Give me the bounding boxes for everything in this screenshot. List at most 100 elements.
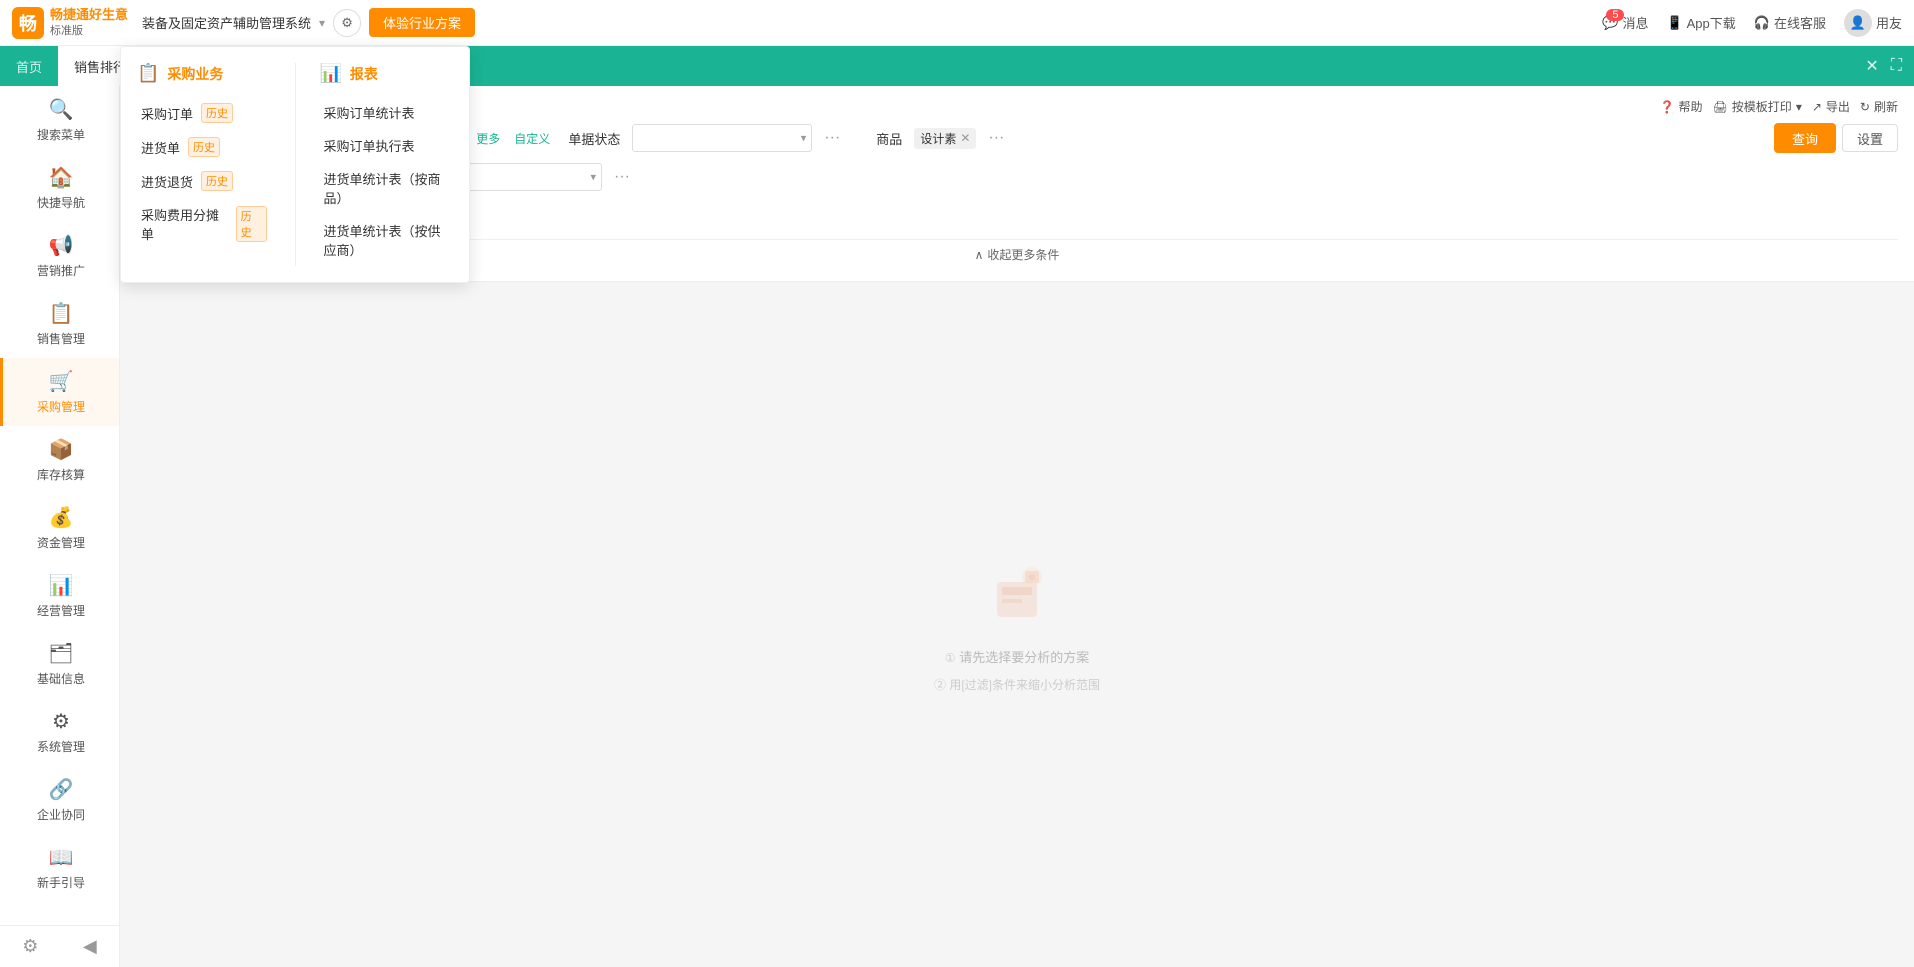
avatar: 👤 [1844,9,1872,37]
basic-info-icon: 🗂 [48,641,73,666]
empty-illustration [977,557,1057,637]
refresh-button[interactable]: ↻ 刷新 [1860,98,1898,115]
query-button[interactable]: 查询 [1774,123,1836,153]
dropdown-left-title: 📋 采购业务 [137,63,271,84]
goods-dots[interactable]: ··· [988,129,1004,147]
hist-tag-2: 历史 [201,171,233,191]
online-service-button[interactable]: 🎧 在线客服 [1754,13,1826,32]
app-download-button[interactable]: 📱 App下载 [1666,13,1735,32]
dropdown-item-return[interactable]: 进货退货 历史 [137,164,271,198]
goods-tag-value: 设计素 [920,130,956,147]
search-icon: 🔍 [49,97,74,122]
status-select[interactable] [632,124,812,152]
header-right: 💬 5 消息 📱 App下载 🎧 在线客服 👤 用友 [1602,9,1902,37]
marketing-icon: 📢 [49,233,74,258]
status-select-wrapper [632,124,812,152]
sidebar-item-guide[interactable]: 📖 新手引导 [0,834,119,902]
export-icon: ↗ [1812,100,1822,114]
status-dots[interactable]: ··· [824,129,840,147]
top-header: 畅 畅捷通好生意 标准版 装备及固定资产辅助管理系统 ▾ ⚙ 体验行业方案 💬 … [0,0,1914,46]
headset-icon: 🎧 [1754,15,1770,31]
sidebar-item-finance[interactable]: 💰 资金管理 [0,494,119,562]
help-button[interactable]: ❓ 帮助 [1660,98,1703,115]
dropdown-item-order-stat[interactable]: 采购订单统计表 [320,96,454,129]
industry-button[interactable]: 体验行业方案 [369,8,475,37]
empty-state: ① 请先选择要分析的方案 ② 用[过滤]条件来缩小分析范围 [120,282,1914,967]
dropdown-col-right: 📊 报表 采购订单统计表 采购订单执行表 进货单统计表（按商品） 进货单统计表（… [320,63,454,266]
user-button[interactable]: 👤 用友 [1844,9,1902,37]
hist-tag-3: 历史 [236,206,267,242]
export-button[interactable]: ↗ 导出 [1812,98,1850,115]
purchase-col-icon: 📋 [137,63,159,84]
print-dropdown-icon: ▾ [1796,100,1802,114]
sidebar-item-purchase[interactable]: 🛒 采购管理 [0,358,119,426]
empty-hint-2: ② 用[过滤]条件来缩小分析范围 [934,676,1100,693]
tab-close-all-icon[interactable]: ✕ [1865,56,1878,76]
goods-tag-close[interactable]: ✕ [960,131,970,145]
sidebar-item-collab[interactable]: 🔗 企业协同 [0,766,119,834]
dropdown-item-inbound-supplier[interactable]: 进货单统计表（按供应商） [320,214,454,266]
quick-custom-button[interactable]: 自定义 [508,128,556,149]
dropdown-item-inbound-goods[interactable]: 进货单统计表（按商品） [320,162,454,214]
header-middle: 装备及固定资产辅助管理系统 ▾ ⚙ 体验行业方案 [142,8,1602,37]
help-icon: ❓ [1660,100,1675,114]
message-button[interactable]: 💬 5 消息 [1602,13,1648,32]
dropdown-item-order-exec[interactable]: 采购订单执行表 [320,129,454,162]
message-badge: 5 [1606,9,1624,21]
system-title: 装备及固定资产辅助管理系统 [142,13,311,32]
sidebar-item-operations[interactable]: 📊 经营管理 [0,562,119,630]
salesman-select-wrapper [452,163,602,191]
refresh-icon: ↻ [1860,100,1870,114]
print-button[interactable]: 🖨 按模板打印 ▾ [1713,98,1802,115]
home-icon: 🏠 [49,165,74,190]
tab-expand-icon[interactable]: ⛶ [1891,57,1902,75]
dropdown-col-left: 📋 采购业务 采购订单 历史 进货单 历史 进货退货 历史 采购费用分摊单 历史 [137,63,271,266]
dropdown-item-purchase-order[interactable]: 采购订单 历史 [137,96,271,130]
phone-icon: 📱 [1666,15,1682,31]
finance-icon: 💰 [49,505,74,530]
purchase-dropdown-menu: 📋 采购业务 采购订单 历史 进货单 历史 进货退货 历史 采购费用分摊单 历史… [120,46,470,283]
status-label: 单据状态 [568,129,620,148]
dropdown-divider [295,63,296,266]
settings-button[interactable]: ⚙ [333,9,361,37]
purchase-icon: 🛒 [49,369,74,394]
collapse-icon: ∧ [975,248,984,262]
sidebar-item-sales[interactable]: 📋 销售管理 [0,290,119,358]
system-icon: ⚙ [52,709,70,734]
hist-tag-0: 历史 [201,103,233,123]
logo-icon: 畅 [12,7,44,39]
sidebar-bottom: ⚙ ◀ [0,925,119,967]
sidebar-item-marketing[interactable]: 📢 营销推广 [0,222,119,290]
inventory-icon: 📦 [49,437,74,462]
logo-text: 畅捷通好生意 标准版 [50,7,128,38]
operations-icon: 📊 [49,573,74,598]
logo-area: 畅 畅捷通好生意 标准版 [12,7,132,39]
report-col-icon: 📊 [320,63,342,84]
system-dropdown-arrow[interactable]: ▾ [319,16,325,30]
empty-hint-1: ① 请先选择要分析的方案 [945,647,1089,666]
sidebar: 🔍 搜索菜单 🏠 快捷导航 📢 营销推广 📋 销售管理 🛒 采购管理 📦 库存核… [0,86,120,967]
set-button[interactable]: 设置 [1842,124,1898,152]
dropdown-right-title: 📊 报表 [320,63,454,84]
dropdown-item-inbound[interactable]: 进货单 历史 [137,130,271,164]
salesman-dots[interactable]: ··· [614,168,630,186]
sales-icon: 📋 [49,301,74,326]
tab-home[interactable]: 首页 [0,46,58,86]
collab-icon: 🔗 [49,777,74,802]
sidebar-item-nav[interactable]: 🏠 快捷导航 [0,154,119,222]
dropdown-item-expense[interactable]: 采购费用分摊单 历史 [137,198,271,250]
salesman-select[interactable] [452,163,602,191]
print-icon: 🖨 [1713,100,1728,114]
goods-tag: 设计素 ✕ [914,128,976,149]
guide-icon: 📖 [49,845,74,870]
hist-tag-1: 历史 [188,137,220,157]
goods-label: 商品 [852,129,902,148]
tab-bar-actions: ✕ ⛶ [1865,56,1914,76]
sidebar-item-search[interactable]: 🔍 搜索菜单 [0,86,119,154]
settings-bottom-icon[interactable]: ⚙ [22,936,38,957]
collapse-icon[interactable]: ◀ [83,936,97,957]
sidebar-item-basic-info[interactable]: 🗂 基础信息 [0,630,119,698]
sidebar-item-system[interactable]: ⚙ 系统管理 [0,698,119,766]
quick-more-button[interactable]: 更多 [470,128,506,149]
sidebar-item-inventory[interactable]: 📦 库存核算 [0,426,119,494]
